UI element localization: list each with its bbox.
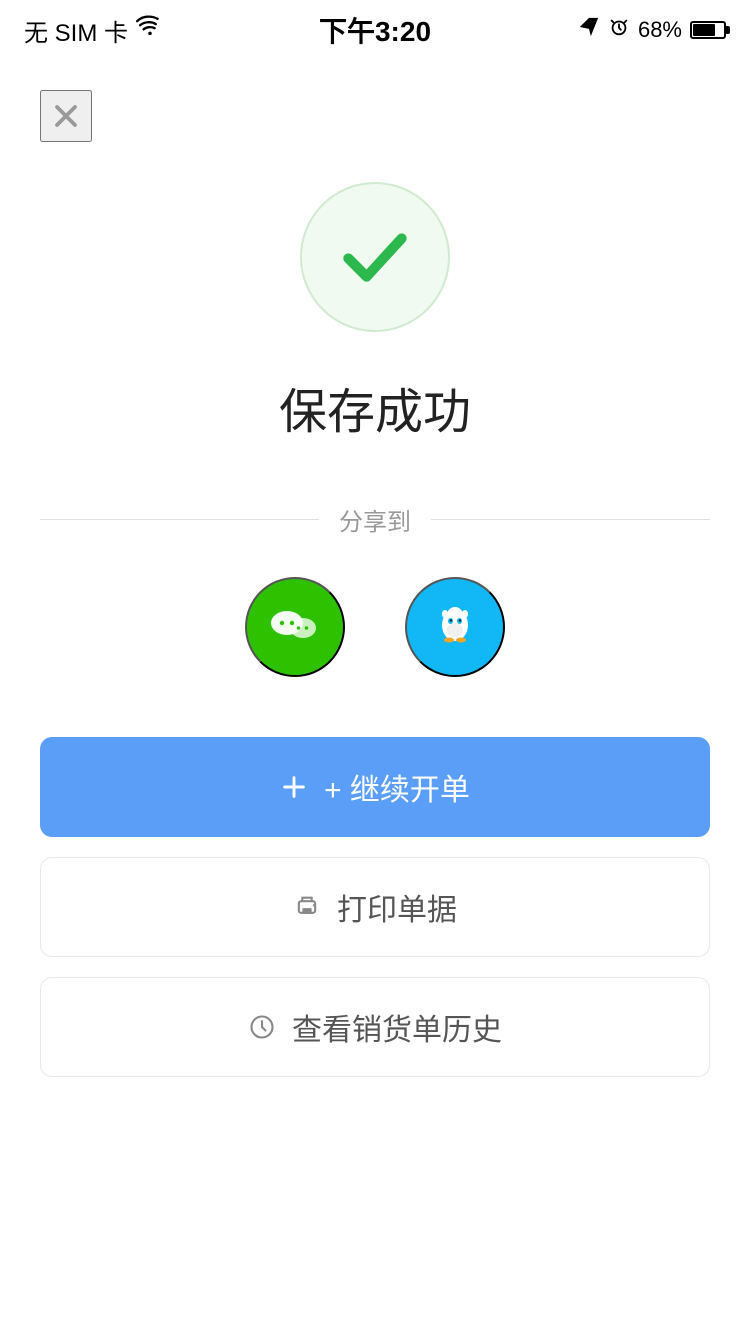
divider-line-right	[431, 519, 710, 520]
history-label: 查看销货单历史	[292, 1005, 502, 1049]
qq-icon	[425, 597, 485, 657]
sim-status: 无 SIM 卡	[24, 13, 128, 48]
share-wechat-button[interactable]	[245, 577, 345, 677]
alarm-icon	[608, 16, 630, 44]
location-icon	[578, 16, 600, 44]
status-bar: 无 SIM 卡 下午3:20 68%	[0, 0, 750, 60]
wifi-icon	[136, 13, 164, 48]
share-icons-row	[245, 577, 505, 677]
wechat-icon	[265, 597, 325, 657]
share-divider: 分享到	[40, 502, 710, 537]
plus-icon	[280, 773, 308, 801]
print-label: 打印单据	[337, 885, 457, 929]
main-content: 保存成功 分享到	[0, 60, 750, 1334]
clock-icon	[248, 1013, 276, 1041]
battery-percentage: 68%	[638, 17, 682, 43]
print-button[interactable]: 打印单据	[40, 857, 710, 957]
close-button[interactable]	[40, 90, 92, 142]
printer-icon	[293, 893, 321, 921]
status-left: 无 SIM 卡	[24, 13, 164, 48]
success-title: 保存成功	[279, 372, 471, 442]
checkmark-icon	[335, 215, 415, 300]
continue-label: + 继续开单	[324, 765, 470, 809]
divider-line-left	[40, 519, 319, 520]
status-right: 68%	[578, 16, 726, 44]
action-buttons: + 继续开单 打印单据 查看销货单历史	[40, 737, 710, 1077]
continue-button[interactable]: + 继续开单	[40, 737, 710, 837]
share-label: 分享到	[339, 502, 411, 537]
status-time: 下午3:20	[319, 10, 431, 50]
share-qq-button[interactable]	[405, 577, 505, 677]
success-indicator	[300, 182, 450, 332]
battery-icon	[690, 21, 726, 39]
history-button[interactable]: 查看销货单历史	[40, 977, 710, 1077]
